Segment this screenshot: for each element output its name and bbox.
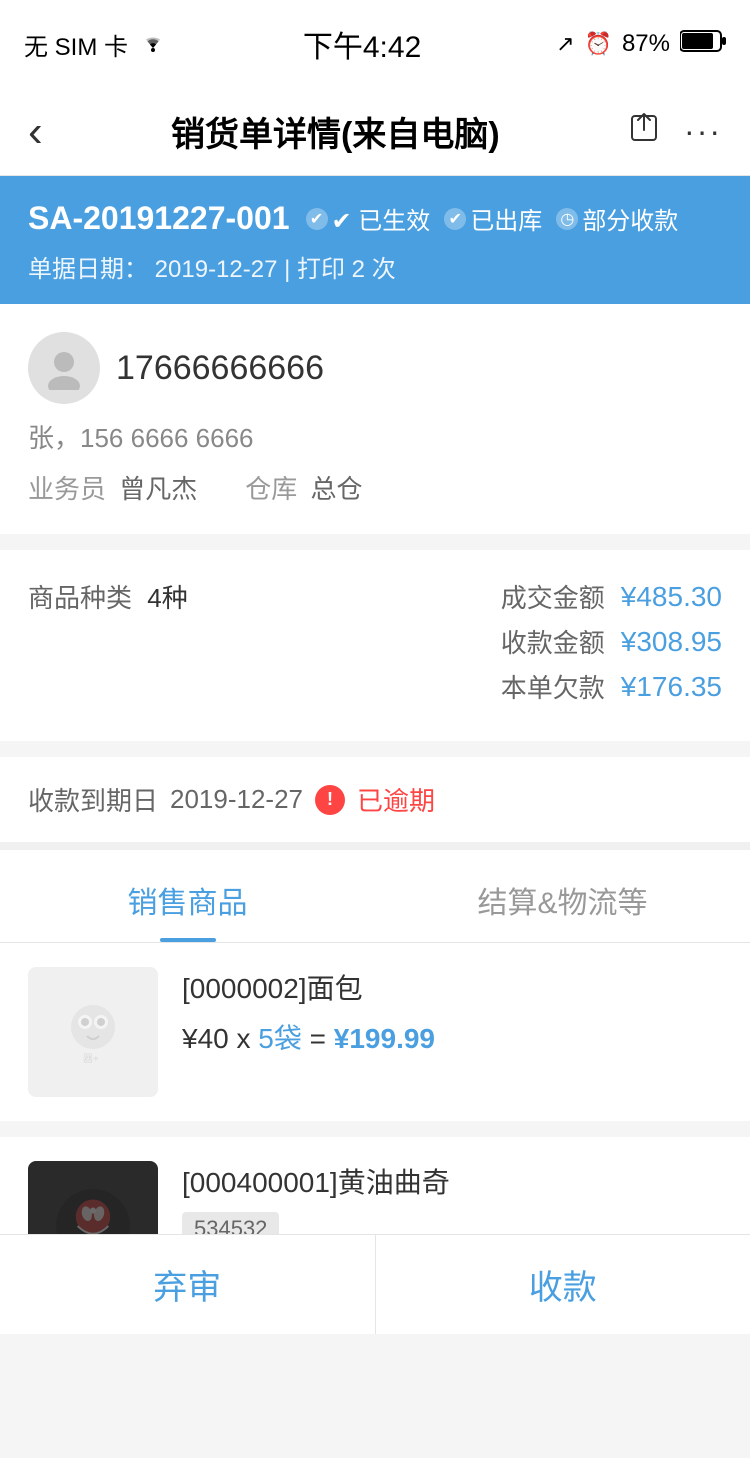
status-badges: ✔ ✔ 已生效 ✔ 已出库 ◷ 部分收款	[306, 201, 679, 236]
salesman-info: 业务员 曾凡杰	[28, 469, 197, 506]
product-item: 器+ [0000002]面包 ¥40 x 5袋 = ¥199.99	[0, 943, 750, 1121]
nav-left[interactable]: ‹	[28, 107, 43, 157]
due-label: 本单欠款	[501, 668, 605, 705]
customer-meta: 业务员 曾凡杰 仓库 总仓	[28, 469, 722, 506]
back-button[interactable]: ‹	[28, 107, 43, 157]
bottom-bar: 弃审 收款	[0, 1234, 750, 1334]
customer-section: 17666666666 张，156 6666 6666 业务员 曾凡杰 仓库 总…	[0, 304, 750, 534]
product-thumb-1: 器+	[28, 967, 158, 1097]
status-time: 下午4:42	[303, 22, 421, 66]
product-name-2: [000400001]黄油曲奇	[182, 1161, 722, 1201]
due-date-value: 2019-12-27	[170, 784, 303, 815]
amounts-right: 成交金额 ¥485.30 收款金额 ¥308.95 本单欠款 ¥176.35	[501, 578, 722, 713]
status-bar: 无 SIM 卡 下午4:42 ↗ ⏰ 87%	[0, 0, 750, 88]
battery-text: 87%	[622, 30, 670, 58]
battery-icon	[680, 29, 726, 60]
product-equals-1: =	[310, 1023, 334, 1054]
customer-name: 17666666666	[116, 349, 324, 388]
product-base-price-1: ¥40	[182, 1023, 229, 1054]
meta-separator: |	[284, 256, 297, 283]
deal-label: 成交金额	[501, 578, 605, 615]
nav-right[interactable]: ···	[628, 112, 722, 152]
product-types-value: 4种	[147, 583, 187, 613]
status-left: 无 SIM 卡	[24, 27, 168, 62]
overdue-icon: !	[315, 785, 345, 815]
badge-effective: ✔ ✔ 已生效	[306, 201, 431, 236]
amount-section: 商品种类 4种 成交金额 ¥485.30 收款金额 ¥308.95 本单欠款 ¥…	[0, 550, 750, 741]
product-name-1: [0000002]面包	[182, 967, 722, 1007]
received-label: 收款金额	[501, 623, 605, 660]
collect-payment-button[interactable]: 收款	[376, 1235, 750, 1334]
order-id: SA-20191227-001	[28, 200, 290, 237]
meta-date-label: 单据日期：	[28, 256, 148, 283]
check-icon-2: ✔	[444, 208, 466, 230]
order-meta: 单据日期： 2019-12-27 | 打印 2 次	[28, 249, 722, 284]
due-section: 收款到期日 2019-12-27 ! 已逾期	[0, 757, 750, 850]
status-right: ↗ ⏰ 87%	[556, 29, 726, 60]
check-icon-1: ✔	[306, 208, 328, 230]
clock-icon: ◷	[556, 208, 578, 230]
product-types: 商品种类 4种	[28, 578, 188, 615]
badge-shipped: ✔ 已出库	[444, 201, 542, 236]
product-multiplier-1: x	[237, 1023, 259, 1054]
more-icon[interactable]: ···	[684, 113, 722, 150]
share-icon[interactable]	[628, 112, 660, 152]
product-quantity-1: 5袋	[258, 1023, 302, 1054]
svg-text:器+: 器+	[83, 1053, 99, 1065]
print-info: 打印 2 次	[297, 256, 396, 283]
deal-value: ¥485.30	[621, 581, 722, 613]
bottom-spacer	[0, 1338, 750, 1458]
warehouse-info: 仓库 总仓	[245, 469, 362, 506]
overdue-text: 已逾期	[357, 781, 435, 818]
location-icon: ↗	[556, 31, 574, 57]
product-price-1: ¥40 x 5袋 = ¥199.99	[182, 1017, 722, 1057]
product-info-1: [0000002]面包 ¥40 x 5袋 = ¥199.99	[182, 967, 722, 1057]
tab-settlement[interactable]: 结算&物流等	[375, 850, 750, 942]
warehouse-name: 总仓	[311, 474, 363, 504]
tabs-section: 销售商品 结算&物流等	[0, 850, 750, 943]
avatar	[28, 332, 100, 404]
abandon-review-button[interactable]: 弃审	[0, 1235, 376, 1334]
due-date-label: 收款到期日	[28, 781, 158, 818]
carrier-text: 无 SIM 卡	[24, 27, 128, 62]
order-header: SA-20191227-001 ✔ ✔ 已生效 ✔ 已出库 ◷ 部分收款 单据日…	[0, 176, 750, 304]
order-date: 2019-12-27	[155, 256, 278, 283]
warehouse-label: 仓库	[245, 474, 297, 504]
received-amount: 收款金额 ¥308.95	[501, 623, 722, 660]
badge-partial: ◷ 部分收款	[556, 201, 678, 236]
salesman-name: 曾凡杰	[119, 474, 197, 504]
tabs-row: 销售商品 结算&物流等	[0, 850, 750, 942]
nav-bar: ‹ 销货单详情(来自电脑) ···	[0, 88, 750, 176]
tab-sales-products[interactable]: 销售商品	[0, 850, 375, 942]
page-title: 销货单详情(来自电脑)	[171, 107, 500, 156]
salesman-label: 业务员	[28, 474, 106, 504]
wifi-icon	[138, 30, 168, 59]
product-types-label: 商品种类	[28, 583, 132, 613]
product-total-1: ¥199.99	[334, 1023, 435, 1054]
alarm-icon: ⏰	[585, 31, 612, 57]
received-value: ¥308.95	[621, 626, 722, 658]
due-value: ¥176.35	[621, 671, 722, 703]
due-amount: 本单欠款 ¥176.35	[501, 668, 722, 705]
customer-sub: 张，156 6666 6666	[28, 418, 722, 455]
deal-amount: 成交金额 ¥485.30	[501, 578, 722, 615]
